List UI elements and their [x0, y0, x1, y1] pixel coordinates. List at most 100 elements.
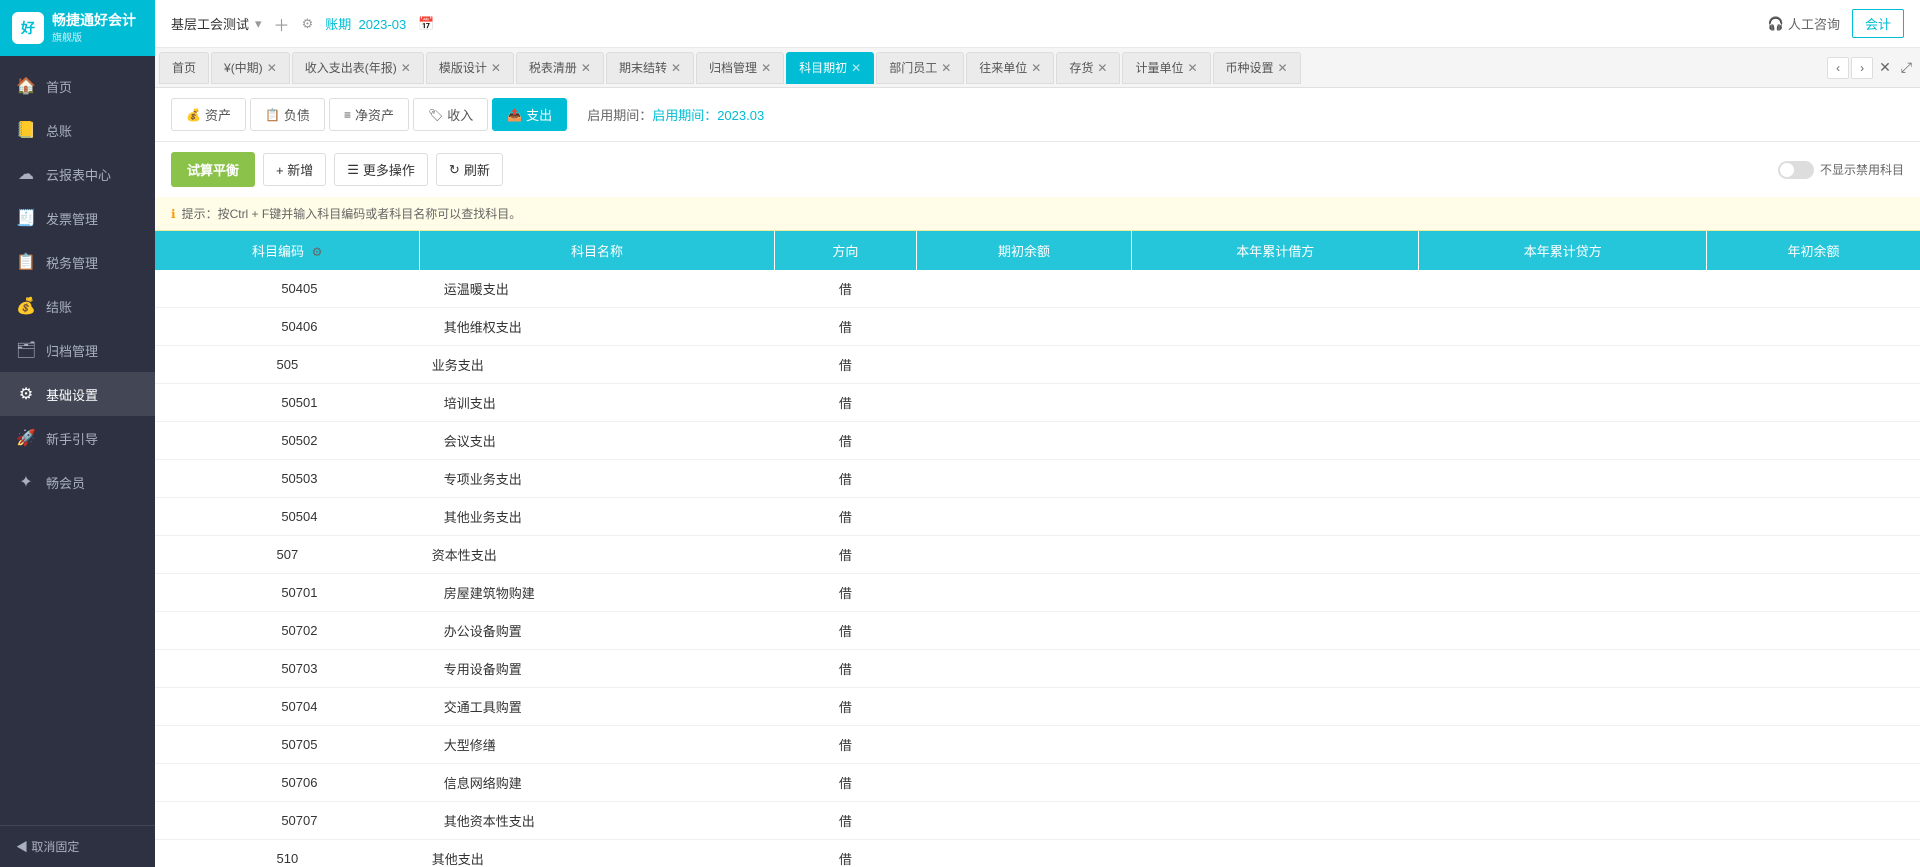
table-row[interactable]: 50504其他业务支出借	[155, 498, 1920, 536]
cell-opening-balance	[917, 308, 1132, 346]
tab-中期[interactable]: ¥(中期)✕	[211, 52, 290, 84]
settings-icon[interactable]: ⚙	[302, 16, 314, 32]
tab-往来单位[interactable]: 往来单位✕	[966, 52, 1054, 84]
close-tab-icon[interactable]: ✕	[401, 61, 411, 75]
sidebar-item-member[interactable]: ✦畅会员	[0, 460, 155, 504]
cell-code: 50501	[155, 384, 420, 422]
close-tab-icon[interactable]: ✕	[761, 61, 771, 75]
收入-icon: 🏷	[428, 108, 443, 122]
sub-tab-资产[interactable]: 💰资产	[171, 98, 246, 131]
company-selector[interactable]: 基层工会测试 ▾	[171, 14, 262, 33]
toggle-control[interactable]	[1778, 161, 1814, 179]
cell-ytd-credit	[1419, 688, 1706, 726]
close-tab-icon[interactable]: ✕	[1031, 61, 1041, 75]
role-badge[interactable]: 会计	[1852, 9, 1904, 38]
tab-scroll-right[interactable]: ›	[1851, 57, 1873, 79]
cell-name: 信息网络购建	[420, 764, 774, 802]
sub-tab-收入[interactable]: 🏷收入	[413, 98, 488, 131]
tab-部门员工[interactable]: 部门员工✕	[876, 52, 964, 84]
add-company-button[interactable]: ＋	[274, 12, 290, 36]
close-tab-icon[interactable]: ✕	[1187, 61, 1197, 75]
cell-code: 507	[155, 536, 420, 574]
table-row[interactable]: 505业务支出借	[155, 346, 1920, 384]
content-area: 💰资产📋负债≡净资产🏷收入📤支出 启用期间：启用期间：2023.03 试算平衡 …	[155, 88, 1920, 867]
tab-模版设计[interactable]: 模版设计 ✕	[426, 52, 514, 84]
close-all-tabs-button[interactable]: ✕	[1875, 57, 1895, 78]
sidebar-item-invoice[interactable]: 🧾发票管理	[0, 196, 155, 240]
sidebar-item-archive[interactable]: 🗂归档管理	[0, 328, 155, 372]
sidebar-item-ledger[interactable]: 📒总账	[0, 108, 155, 152]
table-row[interactable]: 50405运温暖支出借	[155, 270, 1920, 308]
table-row[interactable]: 50704交通工具购置借	[155, 688, 1920, 726]
close-tab-icon[interactable]: ✕	[941, 61, 951, 75]
help-button[interactable]: 🎧 人工咨询	[1768, 14, 1840, 33]
sidebar-item-tax[interactable]: 📋税务管理	[0, 240, 155, 284]
sidebar-footer-collapse[interactable]: ◀ 取消固定	[0, 825, 155, 867]
sidebar: 好 畅捷通好会计 旗舰版 🏠首页📒总账☁云报表中心🧾发票管理📋税务管理💰结账🗂归…	[0, 0, 155, 867]
table-row[interactable]: 50501培训支出借	[155, 384, 1920, 422]
add-button[interactable]: + 新增	[263, 153, 326, 186]
sub-tab-负债[interactable]: 📋负债	[250, 98, 325, 131]
col-6: 年初余额	[1706, 231, 1920, 270]
close-tab-icon[interactable]: ✕	[851, 61, 861, 75]
close-tab-icon[interactable]: ✕	[581, 61, 591, 75]
table-row[interactable]: 50502会议支出借	[155, 422, 1920, 460]
tab-label: 计量单位	[1135, 59, 1183, 76]
table-row[interactable]: 507资本性支出借	[155, 536, 1920, 574]
close-tab-icon[interactable]: ✕	[1097, 61, 1107, 75]
table-row[interactable]: 50703专用设备购置借	[155, 650, 1920, 688]
tab-首页[interactable]: 首页	[159, 52, 209, 84]
sub-tab-净资产[interactable]: ≡净资产	[329, 98, 409, 131]
tab-币种设置[interactable]: 币种设置✕	[1213, 52, 1301, 84]
refresh-button[interactable]: ↻ 刷新	[436, 153, 503, 186]
cell-ytd-credit	[1419, 802, 1706, 840]
sidebar-item-checkout[interactable]: 💰结账	[0, 284, 155, 328]
more-actions-button[interactable]: ☰ 更多操作	[334, 153, 428, 186]
cell-opening-balance	[917, 422, 1132, 460]
toggle-disabled-accounts[interactable]: 不显示禁用科目	[1778, 161, 1904, 179]
tab-归档管理[interactable]: 归档管理✕	[696, 52, 784, 84]
balance-button[interactable]: 试算平衡	[171, 152, 255, 187]
cell-code: 50705	[155, 726, 420, 764]
cell-year-balance	[1706, 802, 1920, 840]
tab-scroll-left[interactable]: ‹	[1827, 57, 1849, 79]
close-tab-icon[interactable]: ✕	[491, 61, 501, 75]
cell-name: 大型修缮	[420, 726, 774, 764]
sidebar-item-reports[interactable]: ☁云报表中心	[0, 152, 155, 196]
sidebar-item-settings[interactable]: ⚙基础设置	[0, 372, 155, 416]
sidebar-item-home[interactable]: 🏠首页	[0, 64, 155, 108]
cell-code: 50502	[155, 422, 420, 460]
tab-存货[interactable]: 存货✕	[1056, 52, 1120, 84]
tab-计量单位[interactable]: 计量单位 ✕	[1122, 52, 1210, 84]
tab-收入支出表年报[interactable]: 收入支出表(年报)✕	[292, 52, 424, 84]
sidebar-item-newbie[interactable]: 🚀新手引导	[0, 416, 155, 460]
close-tab-icon[interactable]: ✕	[671, 61, 681, 75]
cell-name: 其他维权支出	[420, 308, 774, 346]
column-settings-icon[interactable]: ⚙	[312, 245, 323, 259]
cell-name: 办公设备购置	[420, 612, 774, 650]
tab-label: 模版设计	[439, 59, 487, 76]
main-content: 基层工会测试 ▾ ＋ ⚙ 账期 2023-03 📅 🎧 人工咨询 会计 首页¥(…	[155, 0, 1920, 867]
cell-ytd-credit	[1419, 612, 1706, 650]
expand-icon[interactable]: ⤢	[1897, 57, 1916, 78]
cell-direction: 借	[774, 308, 916, 346]
table-row[interactable]: 50702办公设备购置借	[155, 612, 1920, 650]
close-tab-icon[interactable]: ✕	[1278, 61, 1288, 75]
tab-label: 科目期初	[799, 59, 847, 76]
table-row[interactable]: 510其他支出借	[155, 840, 1920, 867]
cell-ytd-credit	[1419, 346, 1706, 384]
table-row[interactable]: 50706信息网络购建借	[155, 764, 1920, 802]
close-tab-icon[interactable]: ✕	[267, 61, 277, 75]
table-row[interactable]: 50701房屋建筑物购建借	[155, 574, 1920, 612]
table-row[interactable]: 50707其他资本性支出借	[155, 802, 1920, 840]
sub-tab-支出[interactable]: 📤支出	[492, 98, 567, 131]
cell-year-balance	[1706, 498, 1920, 536]
table-row[interactable]: 50705大型修缮借	[155, 726, 1920, 764]
cell-ytd-credit	[1419, 574, 1706, 612]
table-row[interactable]: 50503专项业务支出借	[155, 460, 1920, 498]
table-row[interactable]: 50406其他维权支出借	[155, 308, 1920, 346]
tab-科目期初[interactable]: 科目期初 ✕	[786, 52, 874, 84]
tab-期末结转[interactable]: 期末结转✕	[606, 52, 694, 84]
tab-税表清册[interactable]: 税表清册✕	[516, 52, 604, 84]
calendar-icon[interactable]: 📅	[418, 16, 434, 32]
